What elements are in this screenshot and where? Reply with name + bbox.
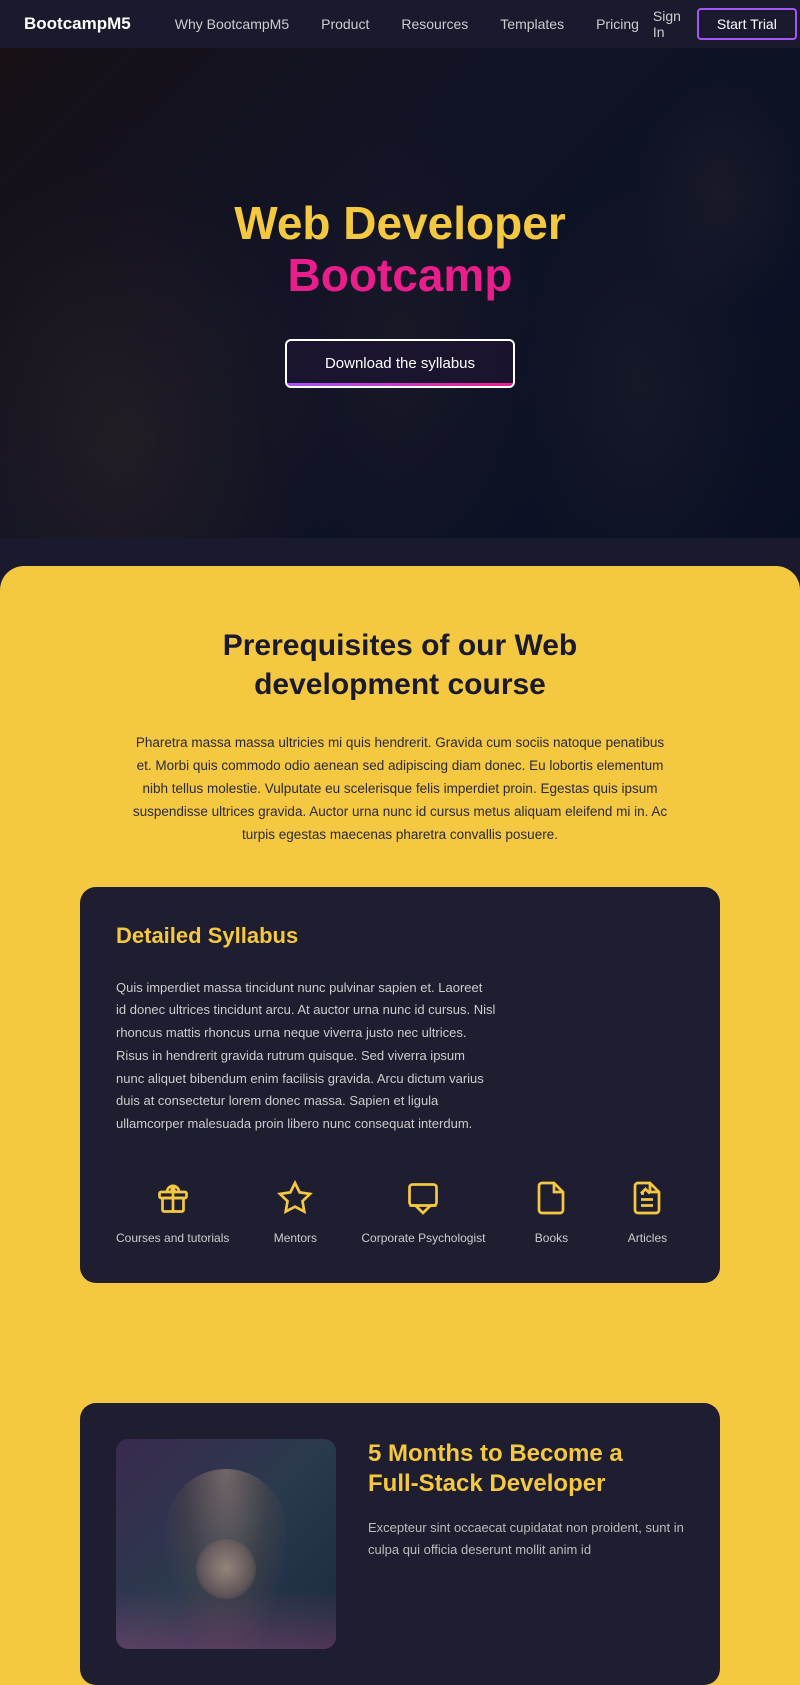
- nav-logo[interactable]: BootcampM5: [24, 14, 131, 34]
- icon-mentors: Mentors: [265, 1176, 325, 1247]
- syllabus-card: Detailed Syllabus Quis imperdiet massa t…: [80, 887, 720, 1283]
- syllabus-icons-row: Courses and tutorials Mentors: [116, 1176, 684, 1247]
- portrait-image: [116, 1439, 336, 1649]
- icon-articles: Articles: [617, 1176, 677, 1247]
- icon-psychologist: Corporate Psychologist: [361, 1176, 485, 1247]
- books-label: Books: [535, 1230, 568, 1247]
- download-syllabus-button[interactable]: Download the syllabus: [285, 339, 515, 388]
- hero-title-line1: Web Developer: [234, 198, 565, 249]
- card2-content: 5 Months to Become a Full-Stack Develope…: [368, 1439, 684, 1561]
- file-icon: [529, 1176, 573, 1220]
- nav-links: Why BootcampM5 Product Resources Templat…: [161, 10, 653, 38]
- nav-why[interactable]: Why BootcampM5: [161, 10, 303, 38]
- prerequisites-section: Prerequisites of our Web development cou…: [0, 566, 800, 1363]
- nav-resources[interactable]: Resources: [387, 10, 482, 38]
- nav-templates[interactable]: Templates: [486, 10, 578, 38]
- edit-icon: [625, 1176, 669, 1220]
- yellow-lower-section: 5 Months to Become a Full-Stack Develope…: [0, 1363, 800, 1685]
- hero-content: Web Developer Bootcamp Download the syll…: [214, 198, 585, 389]
- nav-pricing[interactable]: Pricing: [582, 10, 653, 38]
- courses-label: Courses and tutorials: [116, 1230, 229, 1247]
- fullstack-card: 5 Months to Become a Full-Stack Develope…: [80, 1403, 720, 1685]
- prerequisites-text: Pharetra massa massa ultricies mi quis h…: [130, 732, 670, 847]
- icon-courses: Courses and tutorials: [116, 1176, 229, 1247]
- portrait-glow: [116, 1589, 336, 1649]
- card2-title: 5 Months to Become a Full-Stack Develope…: [368, 1439, 684, 1499]
- articles-label: Articles: [628, 1230, 667, 1247]
- nav-right: Sign In Start Trial: [653, 8, 797, 40]
- prerequisites-title: Prerequisites of our Web development cou…: [80, 626, 720, 704]
- card2-text: Excepteur sint occaecat cupidatat non pr…: [368, 1517, 684, 1561]
- syllabus-body: Quis imperdiet massa tincidunt nunc pulv…: [116, 977, 496, 1136]
- syllabus-title: Detailed Syllabus: [116, 923, 684, 949]
- hero-title-line2: Bootcamp: [234, 248, 565, 303]
- star-icon: [273, 1176, 317, 1220]
- gift-icon: [151, 1176, 195, 1220]
- sign-in-link[interactable]: Sign In: [653, 8, 681, 40]
- psychologist-label: Corporate Psychologist: [361, 1230, 485, 1247]
- message-square-icon: [401, 1176, 445, 1220]
- dark-strip: [0, 538, 800, 566]
- mentors-label: Mentors: [274, 1230, 317, 1247]
- hero-section: Web Developer Bootcamp Download the syll…: [0, 48, 800, 538]
- start-trial-button[interactable]: Start Trial: [697, 8, 797, 40]
- navigation: BootcampM5 Why BootcampM5 Product Resour…: [0, 0, 800, 48]
- icon-books: Books: [521, 1176, 581, 1247]
- nav-product[interactable]: Product: [307, 10, 383, 38]
